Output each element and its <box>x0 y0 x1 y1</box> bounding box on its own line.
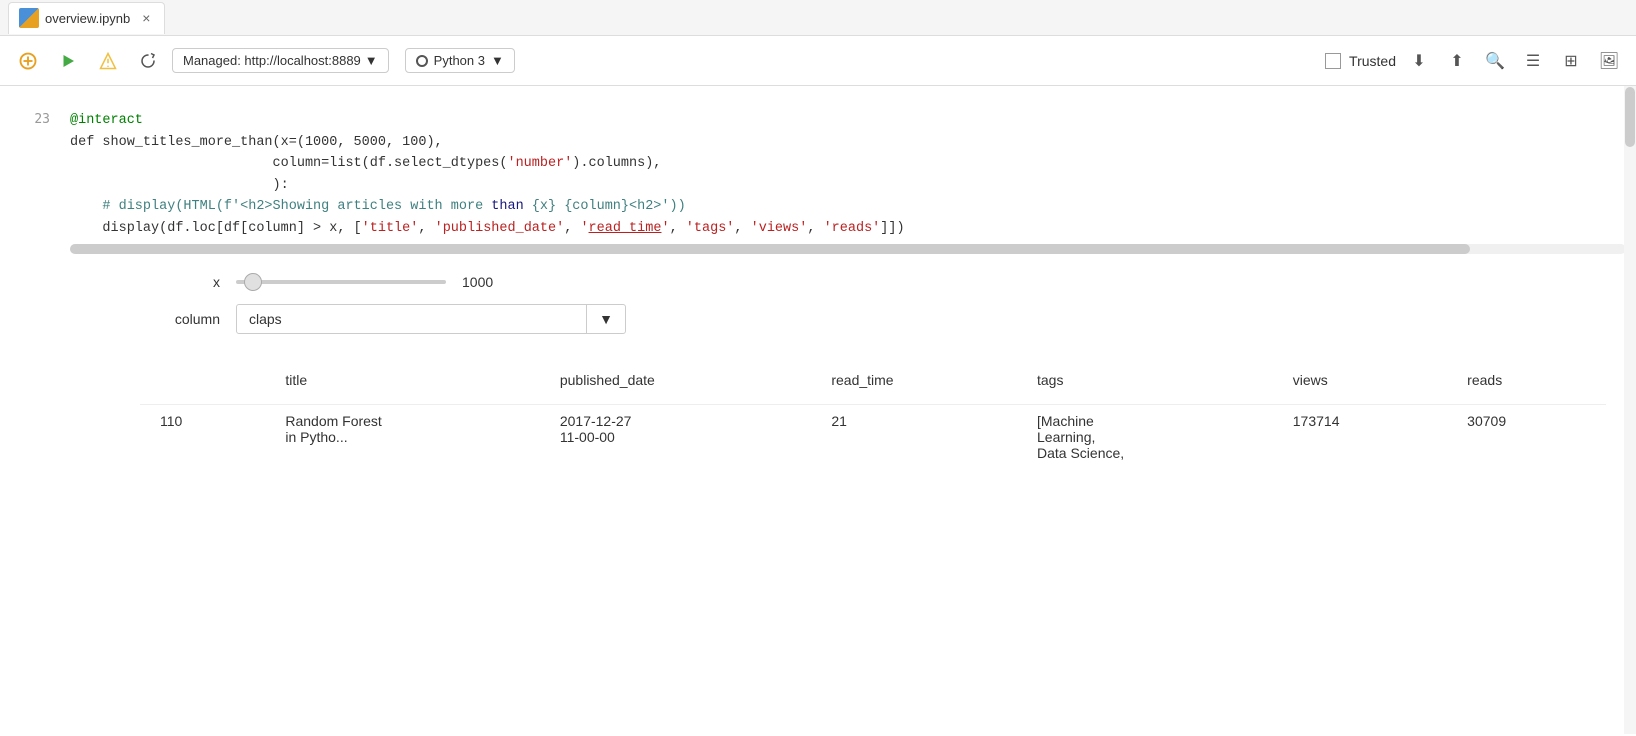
cell-23: 23 @interact def show_titles_more_than(x… <box>0 106 1636 483</box>
tab-close-button[interactable]: × <box>138 10 154 26</box>
row-tags: [MachineLearning,Data Science, <box>1017 404 1273 469</box>
table-header-read-time: read_time <box>811 368 1017 405</box>
x-slider-container: 1000 <box>236 274 493 290</box>
jupyter-logo <box>19 8 39 28</box>
column-dropdown[interactable]: claps ▼ <box>236 304 626 334</box>
row-title: Random Forestin Pytho... <box>265 404 540 469</box>
server-selector[interactable]: Managed: http://localhost:8889 ▼ <box>172 48 389 73</box>
trusted-checkbox[interactable] <box>1325 53 1341 69</box>
notebook-area: 23 @interact def show_titles_more_than(x… <box>0 86 1636 736</box>
column-dropdown-row: column claps ▼ <box>140 304 1606 334</box>
table-header-tags: tags <box>1017 368 1273 405</box>
server-label: Managed: http://localhost:8889 <box>183 53 361 68</box>
image-icon-button[interactable]: 🖼 <box>1594 46 1624 76</box>
row-read-time: 21 <box>811 404 1017 469</box>
toolbar: Managed: http://localhost:8889 ▼ Python … <box>0 36 1636 86</box>
table-header-published-date: published_date <box>540 368 811 405</box>
kernel-dropdown-arrow: ▼ <box>491 53 504 68</box>
trusted-area: Trusted <box>1325 53 1396 69</box>
table-row: 110 Random Forestin Pytho... 2017-12-271… <box>140 404 1606 469</box>
cell-code-content[interactable]: @interact def show_titles_more_than(x=(1… <box>60 110 1636 479</box>
row-published-date: 2017-12-2711-00-00 <box>540 404 811 469</box>
server-dropdown-arrow: ▼ <box>365 53 378 68</box>
table-header-index <box>140 368 265 405</box>
code-block: @interact def show_titles_more_than(x=(1… <box>70 110 1626 240</box>
kernel-label: Python 3 <box>434 53 485 68</box>
x-slider-row: x 1000 <box>140 274 1606 290</box>
menu-icon-button[interactable]: ☰ <box>1518 46 1548 76</box>
column-label: column <box>140 311 220 327</box>
kernel-interrupt-button[interactable] <box>92 45 124 77</box>
trusted-label: Trusted <box>1349 53 1396 69</box>
x-label: x <box>140 274 220 290</box>
active-tab[interactable]: overview.ipynb × <box>8 2 165 34</box>
dropdown-arrow-icon: ▼ <box>586 305 625 333</box>
data-table-wrapper: title published_date read_time tags view… <box>70 358 1626 479</box>
row-views: 173714 <box>1273 404 1447 469</box>
right-scrollbar-thumb <box>1625 87 1635 147</box>
kernel-status-circle <box>416 55 428 67</box>
results-table: title published_date read_time tags view… <box>140 368 1606 469</box>
restart-button[interactable] <box>132 45 164 77</box>
table-header-title: title <box>265 368 540 405</box>
row-index: 110 <box>140 404 265 469</box>
save-button[interactable] <box>12 45 44 77</box>
kernel-selector[interactable]: Python 3 ▼ <box>405 48 515 73</box>
upload-icon-button[interactable]: ⬆ <box>1442 46 1472 76</box>
x-slider-value: 1000 <box>462 274 493 290</box>
table-header-views: views <box>1273 368 1447 405</box>
tab-bar: overview.ipynb × <box>0 0 1636 36</box>
widget-area: x 1000 column claps ▼ <box>70 264 1626 358</box>
run-button[interactable] <box>52 45 84 77</box>
table-header-reads: reads <box>1447 368 1606 405</box>
horizontal-scrollbar[interactable] <box>70 244 1626 254</box>
cell-number: 23 <box>0 110 60 127</box>
row-reads: 30709 <box>1447 404 1606 469</box>
tab-title: overview.ipynb <box>45 11 130 26</box>
dropdown-value: claps <box>237 305 586 333</box>
x-slider-track[interactable] <box>236 280 446 284</box>
inspect-icon-button[interactable]: 🔍 <box>1480 46 1510 76</box>
download-icon-button[interactable]: ⬇ <box>1404 46 1434 76</box>
view-icon-button[interactable]: ⊞ <box>1556 46 1586 76</box>
right-scrollbar[interactable] <box>1624 86 1636 734</box>
x-slider-thumb[interactable] <box>244 273 262 291</box>
scrollbar-thumb <box>70 244 1470 254</box>
table-header-row: title published_date read_time tags view… <box>140 368 1606 405</box>
